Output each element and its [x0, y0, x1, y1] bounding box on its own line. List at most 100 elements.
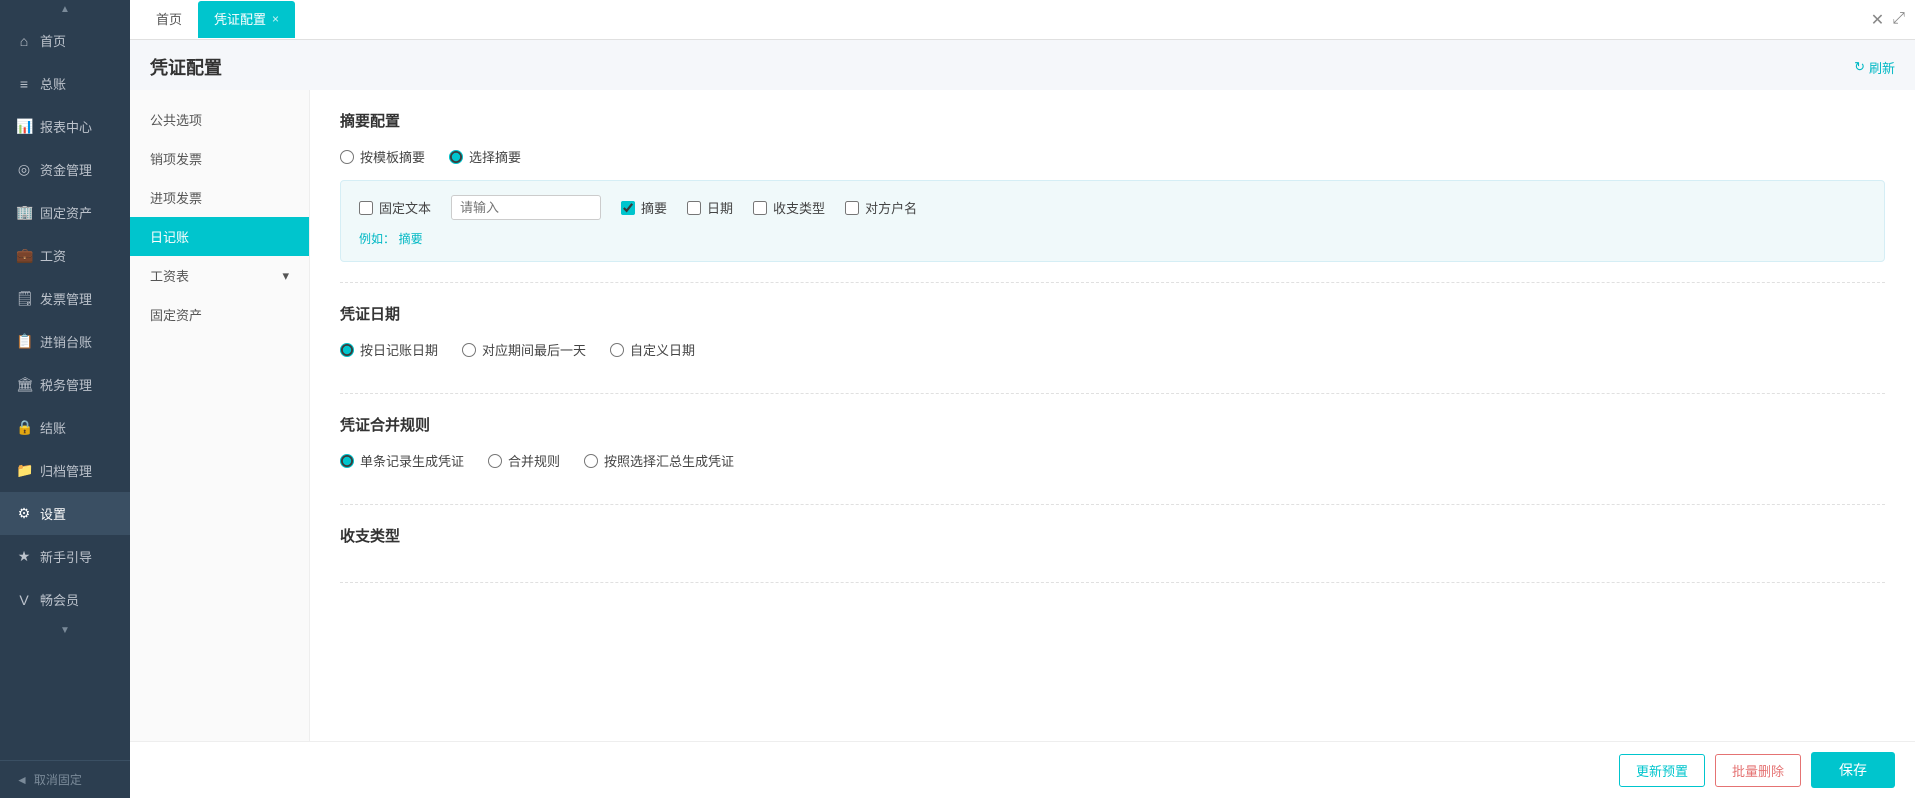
- date-radio-group: 按日记账日期 对应期间最后一天 自定义日期: [340, 340, 1885, 359]
- refresh-button[interactable]: ↻ 刷新: [1854, 58, 1895, 77]
- sidebar-item-ledger[interactable]: ≡ 总账: [0, 62, 130, 105]
- sidebar-item-label: 报表中心: [40, 117, 92, 136]
- sidebar-item-vip[interactable]: V 畅会员: [0, 578, 130, 621]
- refresh-label: 刷新: [1869, 58, 1895, 77]
- checkbox-row: 固定文本 摘要 日期 收支类型: [359, 195, 1866, 220]
- close-account-icon: 🔒: [16, 419, 32, 436]
- tab-close-button[interactable]: ×: [272, 12, 279, 26]
- counterparty-label: 对方户名: [865, 198, 917, 217]
- select-sum-radio[interactable]: [584, 454, 598, 468]
- sidebar-item-settings[interactable]: ⚙ 设置: [0, 492, 130, 535]
- merge-rule-label: 合并规则: [508, 451, 560, 470]
- summary-checkbox[interactable]: [621, 201, 635, 215]
- income-type-title: 收支类型: [340, 525, 1885, 546]
- left-nav-journal[interactable]: 日记账: [130, 217, 309, 256]
- sidebar-item-sales[interactable]: 📋 进销台账: [0, 320, 130, 363]
- reports-icon: 📊: [16, 118, 32, 135]
- sidebar-item-close[interactable]: 🔒 结账: [0, 406, 130, 449]
- checkbox-counterparty[interactable]: 对方户名: [845, 198, 917, 217]
- tab-voucher-config[interactable]: 凭证配置 ×: [198, 1, 295, 38]
- date-radio-journal[interactable]: 按日记账日期: [340, 340, 438, 359]
- main-area: 首页 凭证配置 × ✕ ⤢ 凭证配置 ↻ 刷新 公共选项 销项发票 进: [130, 0, 1915, 798]
- sidebar-item-label: 设置: [40, 504, 66, 523]
- left-nav-payroll[interactable]: 工资表 ▾: [130, 256, 309, 295]
- merge-radio-group: 单条记录生成凭证 合并规则 按照选择汇总生成凭证: [340, 451, 1885, 470]
- left-nav-purchase-invoice-label: 进项发票: [150, 188, 202, 207]
- sidebar-item-label: 发票管理: [40, 289, 92, 308]
- batch-delete-button[interactable]: 批量删除: [1715, 754, 1801, 787]
- left-nav: 公共选项 销项发票 进项发票 日记账 工资表 ▾ 固定资产: [130, 90, 310, 741]
- checkbox-section: 固定文本 摘要 日期 收支类型: [340, 180, 1885, 262]
- date-title: 凭证日期: [340, 303, 1885, 324]
- save-button[interactable]: 保存: [1811, 752, 1895, 788]
- counterparty-checkbox[interactable]: [845, 201, 859, 215]
- last-period-label: 对应期间最后一天: [482, 340, 586, 359]
- right-content: 摘要配置 按模板摘要 选择摘要 固定文本: [310, 90, 1915, 741]
- left-nav-public[interactable]: 公共选项: [130, 100, 309, 139]
- window-restore-icon[interactable]: ⤢: [1892, 10, 1905, 30]
- sidebar-item-guide[interactable]: ★ 新手引导: [0, 535, 130, 578]
- merge-radio-select-sum[interactable]: 按照选择汇总生成凭证: [584, 451, 734, 470]
- tab-bar-actions: ✕ ⤢: [1871, 10, 1905, 30]
- home-icon: ⌂: [16, 33, 32, 49]
- sidebar-item-archive[interactable]: 📁 归档管理: [0, 449, 130, 492]
- income-type-label: 收支类型: [773, 198, 825, 217]
- summary-radio-template[interactable]: 按模板摘要: [340, 147, 425, 166]
- sidebar-item-funds[interactable]: ◎ 资金管理: [0, 148, 130, 191]
- window-close-icon[interactable]: ✕: [1871, 10, 1884, 30]
- sidebar-item-invoice[interactable]: 🗒 发票管理: [0, 277, 130, 320]
- sidebar-item-home[interactable]: ⌂ 首页: [0, 19, 130, 62]
- sidebar-item-tax[interactable]: 🏛 税务管理: [0, 363, 130, 406]
- left-nav-sales-invoice-label: 销项发票: [150, 149, 202, 168]
- sidebar-unpin[interactable]: ◄ 取消固定: [0, 760, 130, 798]
- sidebar-item-label: 税务管理: [40, 375, 92, 394]
- checkbox-income-type[interactable]: 收支类型: [753, 198, 825, 217]
- date-radio-custom[interactable]: 自定义日期: [610, 340, 695, 359]
- journal-date-label: 按日记账日期: [360, 340, 438, 359]
- journal-date-radio[interactable]: [340, 343, 354, 357]
- fixed-text-input[interactable]: [451, 195, 601, 220]
- page-title: 凭证配置: [150, 54, 222, 80]
- merge-radio-single[interactable]: 单条记录生成凭证: [340, 451, 464, 470]
- checkbox-summary[interactable]: 摘要: [621, 198, 667, 217]
- single-label: 单条记录生成凭证: [360, 451, 464, 470]
- example-row: 例如： 摘要: [359, 230, 1866, 247]
- date-checkbox[interactable]: [687, 201, 701, 215]
- checkbox-fixed-text[interactable]: 固定文本: [359, 198, 431, 217]
- left-nav-fixed-assets[interactable]: 固定资产: [130, 295, 309, 334]
- update-preview-button[interactable]: 更新预置: [1619, 754, 1705, 787]
- single-radio[interactable]: [340, 454, 354, 468]
- vip-icon: V: [16, 592, 32, 608]
- expand-icon: ▾: [282, 268, 289, 284]
- sidebar-item-label: 工资: [40, 246, 66, 265]
- sidebar-scroll-up[interactable]: ▲: [0, 0, 130, 19]
- merge-rule-radio[interactable]: [488, 454, 502, 468]
- archive-icon: 📁: [16, 462, 32, 479]
- sidebar-scroll-down[interactable]: ▼: [0, 621, 130, 640]
- sidebar-item-label: 畅会员: [40, 590, 79, 609]
- date-radio-last-period[interactable]: 对应期间最后一天: [462, 340, 586, 359]
- merge-radio-rule[interactable]: 合并规则: [488, 451, 560, 470]
- summary-template-radio[interactable]: [340, 150, 354, 164]
- sidebar-item-salary[interactable]: 💼 工资: [0, 234, 130, 277]
- left-nav-purchase-invoice[interactable]: 进项发票: [130, 178, 309, 217]
- sidebar-item-reports[interactable]: 📊 报表中心: [0, 105, 130, 148]
- left-nav-payroll-label: 工资表: [150, 266, 189, 285]
- left-nav-public-label: 公共选项: [150, 110, 202, 129]
- income-type-checkbox[interactable]: [753, 201, 767, 215]
- sidebar-item-label: 资金管理: [40, 160, 92, 179]
- checkbox-date[interactable]: 日期: [687, 198, 733, 217]
- tab-bar: 首页 凭证配置 × ✕ ⤢: [130, 0, 1915, 40]
- left-nav-sales-invoice[interactable]: 销项发票: [130, 139, 309, 178]
- summary-title: 摘要配置: [340, 110, 1885, 131]
- sidebar-item-assets[interactable]: 🏢 固定资产: [0, 191, 130, 234]
- ledger-icon: ≡: [16, 76, 32, 92]
- fixed-text-checkbox[interactable]: [359, 201, 373, 215]
- sidebar-item-label: 新手引导: [40, 547, 92, 566]
- summary-select-radio[interactable]: [449, 150, 463, 164]
- last-period-radio[interactable]: [462, 343, 476, 357]
- summary-radio-select[interactable]: 选择摘要: [449, 147, 521, 166]
- tab-home[interactable]: 首页: [140, 1, 198, 38]
- guide-icon: ★: [16, 548, 32, 565]
- custom-date-radio[interactable]: [610, 343, 624, 357]
